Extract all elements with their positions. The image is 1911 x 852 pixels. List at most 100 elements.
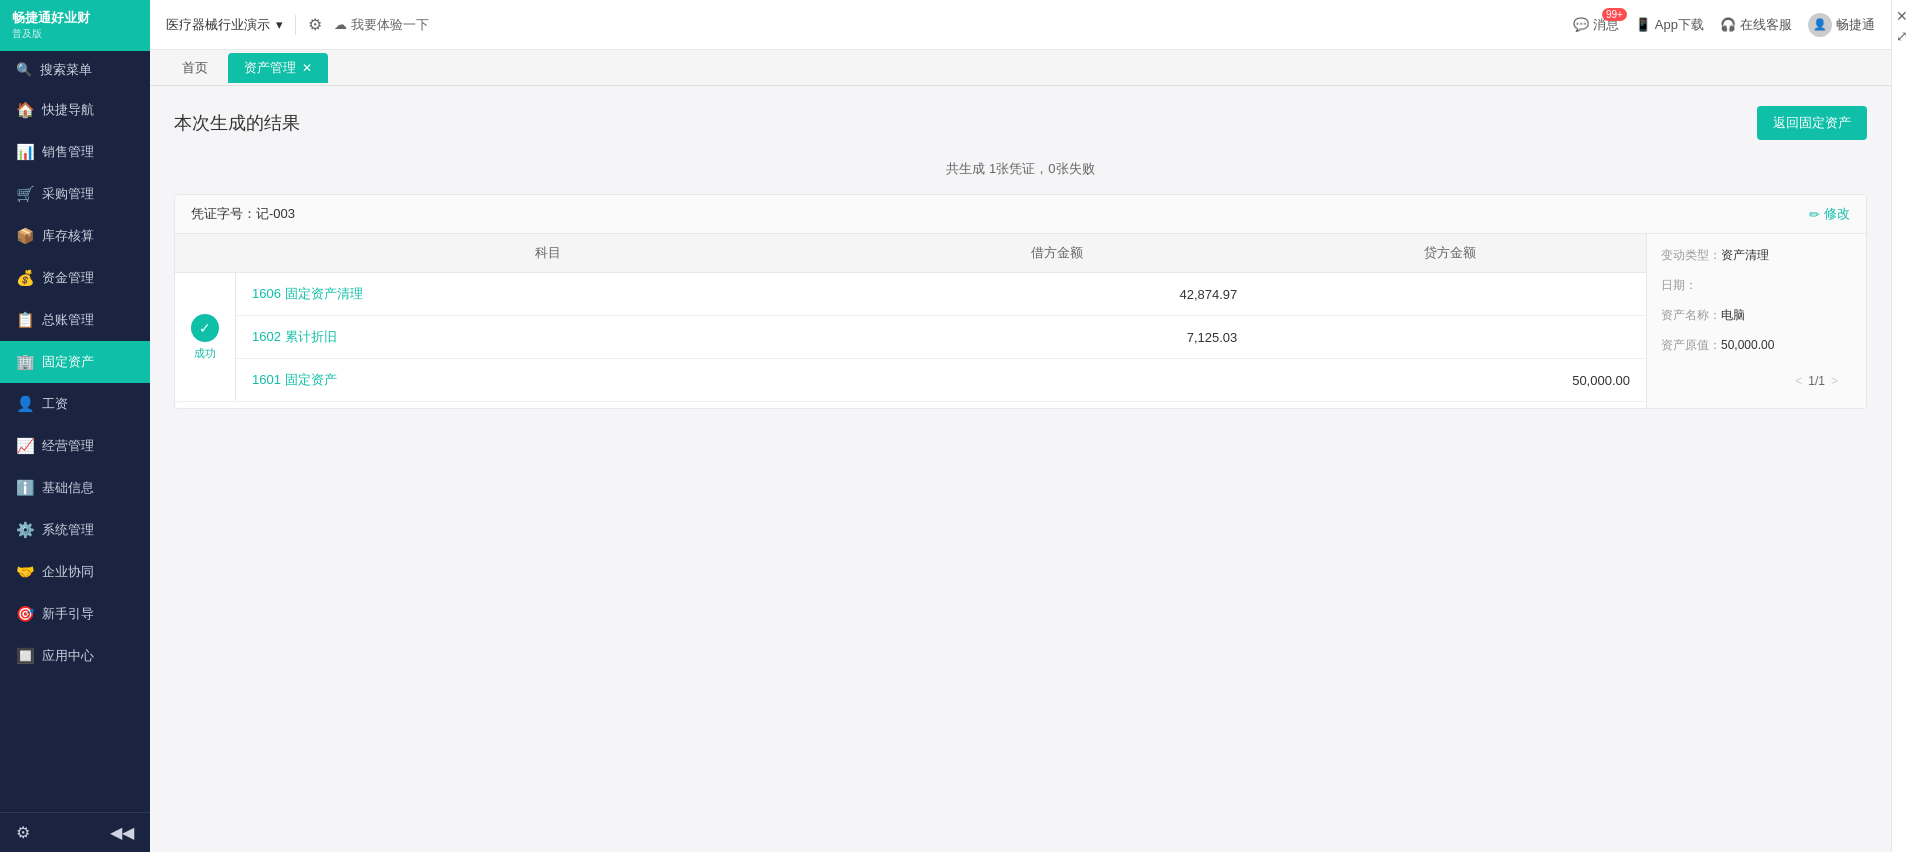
sidebar-item-label: 系统管理 xyxy=(42,521,94,539)
user-menu[interactable]: 👤 畅捷通 xyxy=(1808,13,1875,37)
collapse-icon[interactable]: ◀◀ xyxy=(110,823,134,842)
voucher-table: 科目 借方金额 贷方金额 ✓成功1606 固定资产清理42,874.971602… xyxy=(175,234,1646,402)
voucher-container: 凭证字号：记-003 ✏ 修改 科目 借方金额 贷方金 xyxy=(174,194,1867,409)
tab-home[interactable]: 首页 xyxy=(166,53,224,83)
basic-info-icon: ℹ️ xyxy=(16,479,34,497)
sidebar-item-ledger[interactable]: 📋 总账管理 xyxy=(0,299,150,341)
guide-icon: 🎯 xyxy=(16,605,34,623)
asset-value-row: 资产原值： 50,000.00 xyxy=(1661,336,1852,354)
sidebar-item-app-center[interactable]: 🔲 应用中心 xyxy=(0,635,150,677)
company-selector[interactable]: 医疗器械行业演示 ▾ xyxy=(166,16,283,34)
experience-label: 我要体验一下 xyxy=(351,16,429,34)
sidebar-item-guide[interactable]: 🎯 新手引导 xyxy=(0,593,150,635)
date-label: 日期： xyxy=(1661,276,1721,294)
col-subject-header: 科目 xyxy=(236,234,861,273)
sidebar-item-funds[interactable]: 💰 资金管理 xyxy=(0,257,150,299)
experience-button[interactable]: ☁ 我要体验一下 xyxy=(334,16,429,34)
subject-cell: 1606 固定资产清理 xyxy=(236,273,861,316)
system-icon: ⚙️ xyxy=(16,521,34,539)
tab-asset-management[interactable]: 资产管理 ✕ xyxy=(228,53,328,83)
sales-icon: 📊 xyxy=(16,143,34,161)
tabs-bar: 首页 资产管理 ✕ xyxy=(150,50,1891,86)
credit-cell xyxy=(1253,316,1646,359)
sidebar-item-quick-nav[interactable]: 🏠 快捷导航 xyxy=(0,89,150,131)
sidebar-item-basic-info[interactable]: ℹ️ 基础信息 xyxy=(0,467,150,509)
result-summary: 共生成 1张凭证，0张失败 xyxy=(174,160,1867,178)
fixed-assets-icon: 🏢 xyxy=(16,353,34,371)
dropdown-icon: ▾ xyxy=(276,17,283,32)
col-credit-header: 贷方金额 xyxy=(1253,234,1646,273)
sidebar-item-label: 固定资产 xyxy=(42,353,94,371)
payroll-icon: 👤 xyxy=(16,395,34,413)
return-button[interactable]: 返回固定资产 xyxy=(1757,106,1867,140)
asset-name-row: 资产名称： 电脑 xyxy=(1661,306,1852,324)
operations-icon: 📈 xyxy=(16,437,34,455)
sidebar-item-system[interactable]: ⚙️ 系统管理 xyxy=(0,509,150,551)
topbar: 医疗器械行业演示 ▾ ⚙ ☁ 我要体验一下 💬 消息 99+ 📱 App下载 🎧… xyxy=(150,0,1891,50)
enterprise-icon: 🤝 xyxy=(16,563,34,581)
sidebar-item-inventory[interactable]: 📦 库存核算 xyxy=(0,215,150,257)
page-header: 本次生成的结果 返回固定资产 xyxy=(174,106,1867,140)
resize-panel: ✕ ⤢ xyxy=(1891,0,1911,852)
sidebar-item-label: 销售管理 xyxy=(42,143,94,161)
sidebar-item-enterprise[interactable]: 🤝 企业协同 xyxy=(0,551,150,593)
success-text: 成功 xyxy=(191,346,219,361)
experience-icon: ☁ xyxy=(334,17,347,32)
message-icon: 💬 xyxy=(1573,17,1589,32)
edit-label: 修改 xyxy=(1824,205,1850,223)
prev-page-button[interactable]: < xyxy=(1795,374,1802,388)
tab-asset-management-label: 资产管理 xyxy=(244,59,296,77)
sidebar-item-payroll[interactable]: 👤 工资 xyxy=(0,383,150,425)
sidebar-item-operations[interactable]: 📈 经营管理 xyxy=(0,425,150,467)
change-type-value: 资产清理 xyxy=(1721,246,1769,264)
sidebar-item-label: 总账管理 xyxy=(42,311,94,329)
online-service-button[interactable]: 🎧 在线客服 xyxy=(1720,16,1792,34)
sidebar-item-fixed-assets[interactable]: 🏢 固定资产 xyxy=(0,341,150,383)
ledger-icon: 📋 xyxy=(16,311,34,329)
tab-close-icon[interactable]: ✕ xyxy=(302,61,312,75)
table-row: 1602 累计折旧7,125.03 xyxy=(175,316,1646,359)
message-badge: 99+ xyxy=(1602,8,1627,21)
company-name: 医疗器械行业演示 xyxy=(166,16,270,34)
next-page-button[interactable]: > xyxy=(1831,374,1838,388)
search-icon: 🔍 xyxy=(16,62,32,77)
close-panel-button[interactable]: ✕ xyxy=(1896,8,1908,24)
search-menu[interactable]: 🔍 搜索菜单 xyxy=(0,51,150,89)
topbar-divider xyxy=(295,15,296,35)
online-service-label: 在线客服 xyxy=(1740,16,1792,34)
debit-cell: 7,125.03 xyxy=(861,316,1254,359)
page-info: 1/1 xyxy=(1808,374,1825,388)
asset-value-label: 资产原值： xyxy=(1661,336,1721,354)
col-status-header xyxy=(175,234,236,273)
edit-icon: ✏ xyxy=(1809,207,1820,222)
app-download-button[interactable]: 📱 App下载 xyxy=(1635,16,1704,34)
table-row: ✓成功1606 固定资产清理42,874.97 xyxy=(175,273,1646,316)
logo-title: 畅捷通好业财 xyxy=(12,10,90,27)
change-type-row: 变动类型： 资产清理 xyxy=(1661,246,1852,264)
settings-footer-icon[interactable]: ⚙ xyxy=(16,823,30,842)
expand-panel-button[interactable]: ⤢ xyxy=(1896,28,1908,44)
edit-button[interactable]: ✏ 修改 xyxy=(1809,205,1850,223)
topbar-right: 💬 消息 99+ 📱 App下载 🎧 在线客服 👤 畅捷通 xyxy=(1573,13,1875,37)
sidebar-item-sales[interactable]: 📊 销售管理 xyxy=(0,131,150,173)
page-content: 本次生成的结果 返回固定资产 共生成 1张凭证，0张失败 凭证字号：记-003 … xyxy=(150,86,1891,852)
topbar-settings-icon[interactable]: ⚙ xyxy=(308,15,322,34)
service-icon: 🎧 xyxy=(1720,17,1736,32)
sidebar-item-label: 企业协同 xyxy=(42,563,94,581)
app-download-label: App下载 xyxy=(1655,16,1704,34)
sidebar-footer: ⚙ ◀◀ xyxy=(0,812,150,852)
voucher-side-panel: 变动类型： 资产清理 日期： 资产名称： 电脑 资产原值： 50,000.00 xyxy=(1646,234,1866,408)
avatar: 👤 xyxy=(1808,13,1832,37)
sidebar-nav: 🔍 搜索菜单 🏠 快捷导航 📊 销售管理 🛒 采购管理 📦 库存核算 💰 资金管… xyxy=(0,51,150,812)
table-row: 1601 固定资产50,000.00 xyxy=(175,359,1646,402)
sidebar-item-label: 基础信息 xyxy=(42,479,94,497)
asset-value-value: 50,000.00 xyxy=(1721,336,1774,354)
app-logo: 畅捷通好业财 普及版 xyxy=(0,0,150,51)
message-button[interactable]: 💬 消息 99+ xyxy=(1573,16,1619,34)
voucher-table-area: 科目 借方金额 贷方金额 ✓成功1606 固定资产清理42,874.971602… xyxy=(175,234,1646,408)
sidebar-item-label: 工资 xyxy=(42,395,68,413)
asset-name-label: 资产名称： xyxy=(1661,306,1721,324)
voucher-id: 凭证字号：记-003 xyxy=(191,205,295,223)
sidebar-item-purchase[interactable]: 🛒 采购管理 xyxy=(0,173,150,215)
subject-cell: 1602 累计折旧 xyxy=(236,316,861,359)
